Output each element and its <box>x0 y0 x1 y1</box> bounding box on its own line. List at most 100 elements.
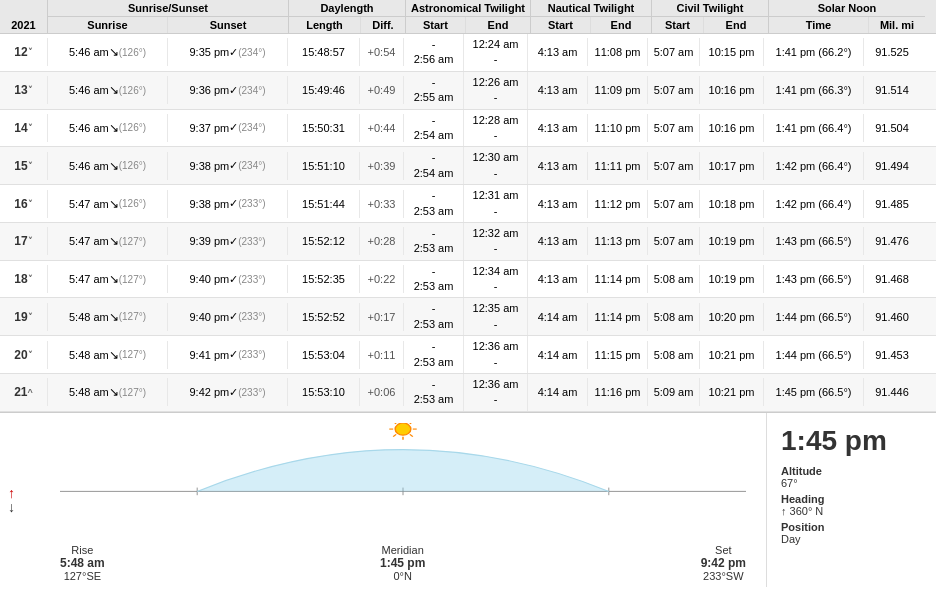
date-cell[interactable]: 18˅ <box>0 265 48 293</box>
diff-sub-header: Diff. <box>361 17 405 33</box>
diff-cell: +0:11 <box>360 341 404 369</box>
naut-end-cell: 11:12 pm <box>588 190 648 218</box>
svg-point-4 <box>395 423 411 435</box>
astro-start-cell: -2:55 am <box>404 72 464 109</box>
bottom-section: ↑ ↓ <box>0 412 936 587</box>
naut-start-cell: 4:13 am <box>528 152 588 180</box>
table-row[interactable]: 21^ 5:48 am ↘ (127°) 9:42 pm ✓ (233°) 15… <box>0 374 936 412</box>
civil-end-cell: 10:17 pm <box>700 152 764 180</box>
solar-mi-cell: 91.525 <box>864 38 920 66</box>
table-row[interactable]: 15˅ 5:46 am ↘ (126°) 9:38 pm ✓ (234°) 15… <box>0 147 936 185</box>
naut-start-cell: 4:14 am <box>528 341 588 369</box>
astro-end-cell: 12:24 am- <box>464 34 528 71</box>
heading-value: ↑ 360° N <box>781 505 823 517</box>
solar-time-cell: 1:41 pm (66.3°) <box>764 76 864 104</box>
naut-end-cell: 11:16 pm <box>588 378 648 406</box>
length-cell: 15:51:44 <box>288 190 360 218</box>
sunrise-sub-header: Sunrise <box>48 17 168 33</box>
diff-cell: +0:28 <box>360 227 404 255</box>
table-row[interactable]: 20˅ 5:48 am ↘ (127°) 9:41 pm ✓ (233°) 15… <box>0 336 936 374</box>
naut-start-cell: 4:13 am <box>528 38 588 66</box>
set-dir: 233°SW <box>701 570 746 582</box>
civil-start-cell: 5:07 am <box>648 38 700 66</box>
date-cell[interactable]: 12˅ <box>0 38 48 66</box>
naut-end-cell: 11:09 pm <box>588 76 648 104</box>
naut-end-cell: 11:15 pm <box>588 341 648 369</box>
civil-end-cell: 10:18 pm <box>700 190 764 218</box>
date-cell[interactable]: 21^ <box>0 378 48 406</box>
solar-time-cell: 1:45 pm (66.5°) <box>764 378 864 406</box>
civil-start-cell: 5:09 am <box>648 378 700 406</box>
meridian-title: Meridian <box>380 544 425 556</box>
date-cell[interactable]: 15˅ <box>0 152 48 180</box>
sunrise-cell: 5:48 am ↘ (127°) <box>48 341 168 369</box>
altitude-label: Altitude <box>781 465 822 477</box>
astro-end-cell: 12:36 am- <box>464 374 528 411</box>
civil-end-cell: 10:16 pm <box>700 76 764 104</box>
date-cell[interactable]: 19˅ <box>0 303 48 331</box>
naut-end-cell: 11:11 pm <box>588 152 648 180</box>
naut-end-cell: 11:14 pm <box>588 303 648 331</box>
civil-end-cell: 10:20 pm <box>700 303 764 331</box>
diff-cell: +0:22 <box>360 265 404 293</box>
meridian-time: 1:45 pm <box>380 556 425 570</box>
table-row[interactable]: 17˅ 5:47 am ↘ (127°) 9:39 pm ✓ (233°) 15… <box>0 223 936 261</box>
table-row[interactable]: 19˅ 5:48 am ↘ (127°) 9:40 pm ✓ (233°) 15… <box>0 298 936 336</box>
table-row[interactable]: 18˅ 5:47 am ↘ (127°) 9:40 pm ✓ (233°) 15… <box>0 261 936 299</box>
sunrise-cell: 5:46 am ↘ (126°) <box>48 38 168 66</box>
naut-end-cell: 11:14 pm <box>588 265 648 293</box>
length-sub-header: Length <box>289 17 361 33</box>
length-cell: 15:48:57 <box>288 38 360 66</box>
heading-label: Heading <box>781 493 824 505</box>
table-row[interactable]: 14˅ 5:46 am ↘ (126°) 9:37 pm ✓ (234°) 15… <box>0 110 936 148</box>
astro-end-cell: 12:36 am- <box>464 336 528 373</box>
date-cell[interactable]: 13˅ <box>0 76 48 104</box>
table-row[interactable]: 13˅ 5:46 am ↘ (126°) 9:36 pm ✓ (234°) 15… <box>0 72 936 110</box>
down-arrow-icon: ↓ <box>8 500 15 514</box>
position-label: Position <box>781 521 824 533</box>
civil-start-cell: 5:07 am <box>648 114 700 142</box>
date-cell[interactable]: 17˅ <box>0 227 48 255</box>
solar-noon-header: Solar Noon <box>769 0 925 17</box>
solar-mi-cell: 91.494 <box>864 152 920 180</box>
daylength-header: Daylength <box>289 0 405 17</box>
sunset-cell: 9:40 pm ✓ (233°) <box>168 265 288 293</box>
sunset-sub-header: Sunset <box>168 17 288 33</box>
length-cell: 15:52:35 <box>288 265 360 293</box>
astro-end-cell: 12:28 am- <box>464 110 528 147</box>
altitude-value: 67° <box>781 477 798 489</box>
date-cell[interactable]: 20˅ <box>0 341 48 369</box>
table-row[interactable]: 16˅ 5:47 am ↘ (126°) 9:38 pm ✓ (233°) 15… <box>0 185 936 223</box>
civil-end-cell: 10:15 pm <box>700 38 764 66</box>
up-arrow-icon: ↑ <box>8 486 15 500</box>
solar-time-display: 1:45 pm <box>781 425 922 457</box>
sunset-cell: 9:40 pm ✓ (233°) <box>168 303 288 331</box>
civil-start-cell: 5:08 am <box>648 303 700 331</box>
length-cell: 15:50:31 <box>288 114 360 142</box>
date-cell[interactable]: 14˅ <box>0 114 48 142</box>
solar-mi-cell: 91.504 <box>864 114 920 142</box>
length-cell: 15:49:46 <box>288 76 360 104</box>
astro-start-cell: -2:54 am <box>404 147 464 184</box>
svg-line-10 <box>410 423 413 424</box>
civil-start-sub-header: Start <box>652 17 704 33</box>
naut-end-cell: 11:08 pm <box>588 38 648 66</box>
naut-start-sub-header: Start <box>531 17 591 33</box>
diff-cell: +0:06 <box>360 378 404 406</box>
naut-twilight-header: Nautical Twilight <box>531 0 651 17</box>
solar-time-cell: 1:41 pm (66.4°) <box>764 114 864 142</box>
solar-mi-sub-header: Mil. mi <box>869 17 925 33</box>
solar-time-cell: 1:43 pm (66.5°) <box>764 265 864 293</box>
naut-end-sub-header: End <box>591 17 651 33</box>
civil-end-cell: 10:21 pm <box>700 378 764 406</box>
length-cell: 15:53:04 <box>288 341 360 369</box>
naut-start-cell: 4:13 am <box>528 265 588 293</box>
chart-labels: Rise 5:48 am 127°SE Meridian 1:45 pm 0°N… <box>60 544 746 582</box>
position-row: Position Day <box>781 521 922 545</box>
set-title: Set <box>701 544 746 556</box>
rise-time: 5:48 am <box>60 556 105 570</box>
date-cell[interactable]: 16˅ <box>0 190 48 218</box>
diff-cell: +0:33 <box>360 190 404 218</box>
solar-mi-cell: 91.476 <box>864 227 920 255</box>
table-row[interactable]: 12˅ 5:46 am ↘ (126°) 9:35 pm ✓ (234°) 15… <box>0 34 936 72</box>
